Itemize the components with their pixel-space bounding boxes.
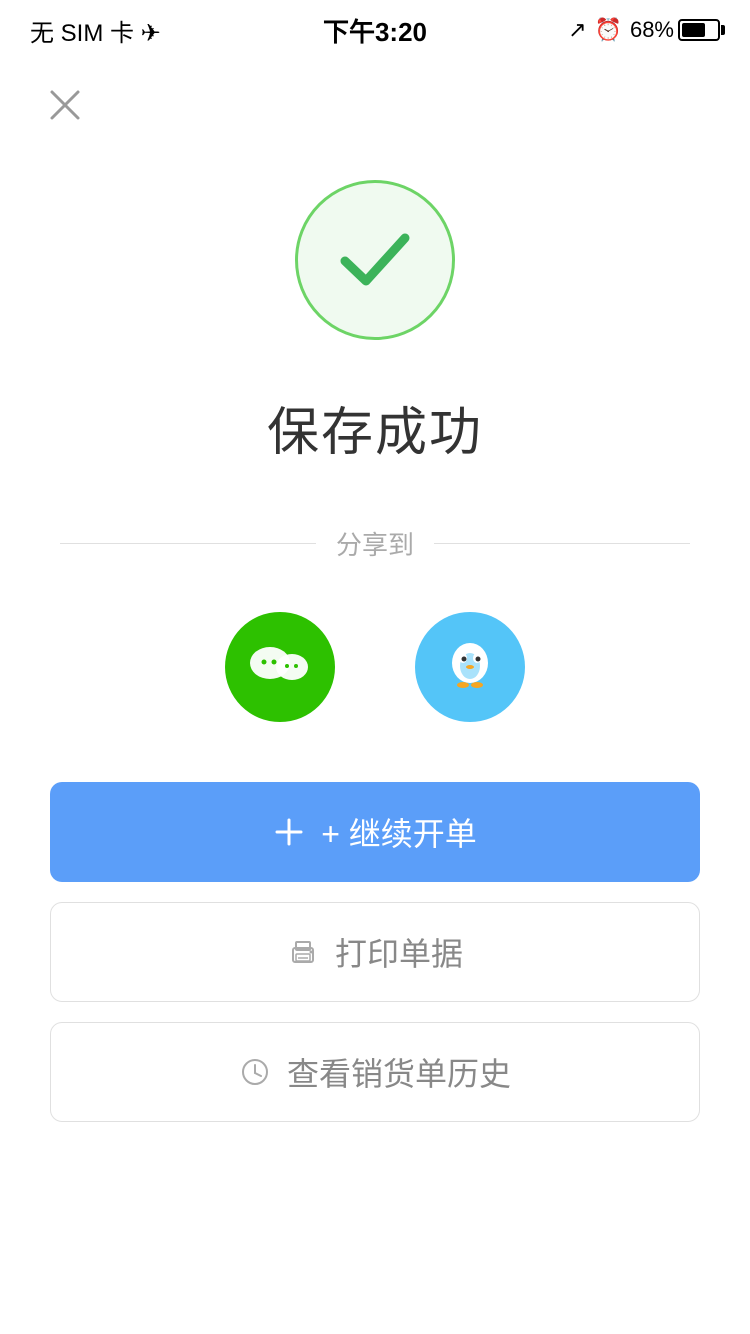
main-content: 保存成功 分享到 bbox=[0, 60, 750, 1122]
success-circle bbox=[295, 180, 455, 340]
share-icons bbox=[0, 612, 750, 722]
status-bar: 无 SIM 卡 ✈ 下午3:20 ↗ ⏰ 68% bbox=[0, 0, 750, 60]
status-left: 无 SIM 卡 ✈ bbox=[30, 13, 161, 48]
action-buttons: + 继续开单 打印单据 bbox=[50, 782, 700, 1122]
clock-icon bbox=[239, 1056, 271, 1088]
print-label: 打印单据 bbox=[335, 929, 463, 975]
battery-pct: 68% bbox=[630, 17, 674, 43]
battery-indicator: 68% bbox=[630, 17, 720, 43]
status-right: ↗ ⏰ 68% bbox=[568, 17, 720, 43]
alarm-icon: ⏰ bbox=[595, 17, 622, 43]
checkmark-icon bbox=[330, 213, 420, 308]
printer-icon bbox=[287, 936, 319, 968]
history-label: 查看销货单历史 bbox=[287, 1049, 511, 1095]
continue-label: + 继续开单 bbox=[321, 809, 477, 855]
wechat-share-button[interactable] bbox=[225, 612, 335, 722]
print-button[interactable]: 打印单据 bbox=[50, 902, 700, 1002]
history-button[interactable]: 查看销货单历史 bbox=[50, 1022, 700, 1122]
success-title: 保存成功 bbox=[267, 390, 483, 465]
arrow-icon: ↗ bbox=[568, 17, 586, 43]
sim-label: 无 SIM 卡 ✈ bbox=[30, 13, 161, 48]
share-section: 分享到 bbox=[0, 525, 750, 722]
battery-icon bbox=[678, 19, 720, 41]
status-time: 下午3:20 bbox=[323, 12, 427, 49]
share-label: 分享到 bbox=[316, 525, 434, 562]
qq-share-button[interactable] bbox=[415, 612, 525, 722]
close-button[interactable] bbox=[40, 80, 90, 130]
plus-icon bbox=[273, 816, 305, 848]
battery-fill bbox=[682, 23, 705, 37]
share-divider: 分享到 bbox=[0, 525, 750, 562]
continue-button[interactable]: + 继续开单 bbox=[50, 782, 700, 882]
